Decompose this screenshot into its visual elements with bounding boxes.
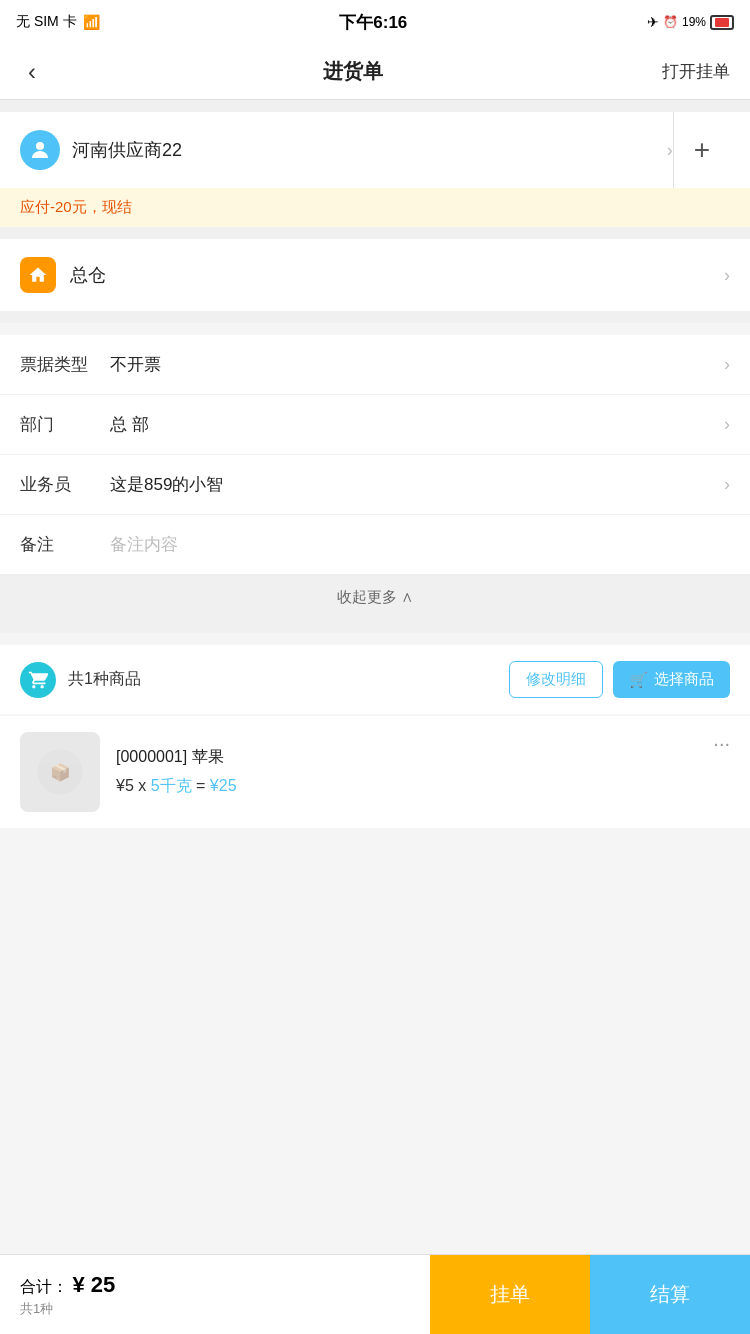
supplier-row[interactable]: 河南供应商22 › <box>20 112 674 188</box>
select-icon: 🛒 <box>629 671 648 689</box>
department-label: 部门 <box>20 413 110 436</box>
checkout-button[interactable]: 结算 <box>590 1255 750 1335</box>
salesperson-chevron: › <box>724 474 730 495</box>
status-time: 下午6:16 <box>339 11 407 34</box>
wifi-icon: 📶 <box>83 14 100 30</box>
invoice-type-row[interactable]: 票据类型 不开票 › <box>0 335 750 395</box>
total-label: 合计： <box>20 1278 68 1295</box>
warehouse-chevron: › <box>724 265 730 286</box>
warning-text: 应付-20元，现结 <box>20 198 132 215</box>
supplier-name: 河南供应商22 <box>72 138 659 162</box>
invoice-type-chevron: › <box>724 354 730 375</box>
product-item: 📦 [0000001] 苹果 ¥5 x 5千克 = ¥25 ··· <box>0 716 750 828</box>
location-icon: ✈ <box>647 14 659 30</box>
salesperson-label: 业务员 <box>20 473 110 496</box>
svg-point-0 <box>36 142 44 150</box>
footer-total: 合计： ¥ 25 共1种 <box>0 1272 430 1318</box>
battery-percent: 19% <box>682 15 706 29</box>
remark-row[interactable]: 备注 备注内容 <box>0 515 750 574</box>
product-thumbnail: 📦 <box>20 732 100 812</box>
divider-3 <box>0 621 750 633</box>
salesperson-row[interactable]: 业务员 这是859的小智 › <box>0 455 750 515</box>
status-bar: 无 SIM 卡 📶 下午6:16 ✈ ⏰ 19% <box>0 0 750 44</box>
divider-2 <box>0 311 750 323</box>
product-name: [0000001] 苹果 <box>116 747 697 768</box>
select-product-button[interactable]: 🛒 选择商品 <box>613 661 730 698</box>
status-carrier: 无 SIM 卡 📶 <box>16 13 100 31</box>
svg-text:📦: 📦 <box>50 762 71 783</box>
alarm-icon: ⏰ <box>663 15 678 29</box>
pending-button[interactable]: 挂单 <box>430 1255 590 1335</box>
supplier-avatar <box>20 130 60 170</box>
product-count-area: 共1种商品 <box>20 662 141 698</box>
department-value: 总 部 <box>110 413 716 436</box>
footer: 合计： ¥ 25 共1种 挂单 结算 <box>0 1254 750 1334</box>
supplier-chevron: › <box>667 140 673 161</box>
top-divider <box>0 100 750 112</box>
footer-total-row: 合计： ¥ 25 <box>20 1272 410 1298</box>
department-chevron: › <box>724 414 730 435</box>
invoice-type-label: 票据类型 <box>20 353 110 376</box>
page-title: 进货单 <box>323 58 383 85</box>
product-count-text: 共1种商品 <box>68 669 141 690</box>
product-info: [0000001] 苹果 ¥5 x 5千克 = ¥25 <box>116 747 697 797</box>
warehouse-row: 总仓 › <box>20 239 730 311</box>
open-pending-button[interactable]: 打开挂单 <box>662 60 730 83</box>
add-supplier-button[interactable]: + <box>674 122 730 178</box>
product-more-button[interactable]: ··· <box>713 732 730 755</box>
carrier-text: 无 SIM 卡 <box>16 13 77 31</box>
supplier-section: 河南供应商22 › + <box>0 112 750 188</box>
divider-1 <box>0 227 750 239</box>
remark-label: 备注 <box>20 533 110 556</box>
product-icon <box>20 662 56 698</box>
back-button[interactable]: ‹ <box>20 50 44 94</box>
warehouse-section[interactable]: 总仓 › <box>0 239 750 311</box>
battery-icon <box>710 15 734 30</box>
warning-banner: 应付-20元，现结 <box>0 188 750 227</box>
collapse-button[interactable]: 收起更多 ∧ <box>0 574 750 621</box>
select-product-label: 选择商品 <box>654 670 714 689</box>
footer-count: 共1种 <box>20 1300 410 1318</box>
product-actions: 修改明细 🛒 选择商品 <box>509 661 730 698</box>
warehouse-icon <box>20 257 56 293</box>
product-price: ¥5 x 5千克 = ¥25 <box>116 776 697 797</box>
form-section: 票据类型 不开票 › 部门 总 部 › 业务员 这是859的小智 › 备注 备注… <box>0 335 750 574</box>
department-row[interactable]: 部门 总 部 › <box>0 395 750 455</box>
warehouse-name: 总仓 <box>70 263 716 287</box>
remark-value: 备注内容 <box>110 533 730 556</box>
total-amount: ¥ 25 <box>72 1272 115 1297</box>
product-section-header: 共1种商品 修改明细 🛒 选择商品 <box>0 645 750 714</box>
salesperson-value: 这是859的小智 <box>110 473 716 496</box>
edit-detail-button[interactable]: 修改明细 <box>509 661 603 698</box>
status-right: ✈ ⏰ 19% <box>647 14 734 30</box>
nav-bar: ‹ 进货单 打开挂单 <box>0 44 750 100</box>
invoice-type-value: 不开票 <box>110 353 716 376</box>
